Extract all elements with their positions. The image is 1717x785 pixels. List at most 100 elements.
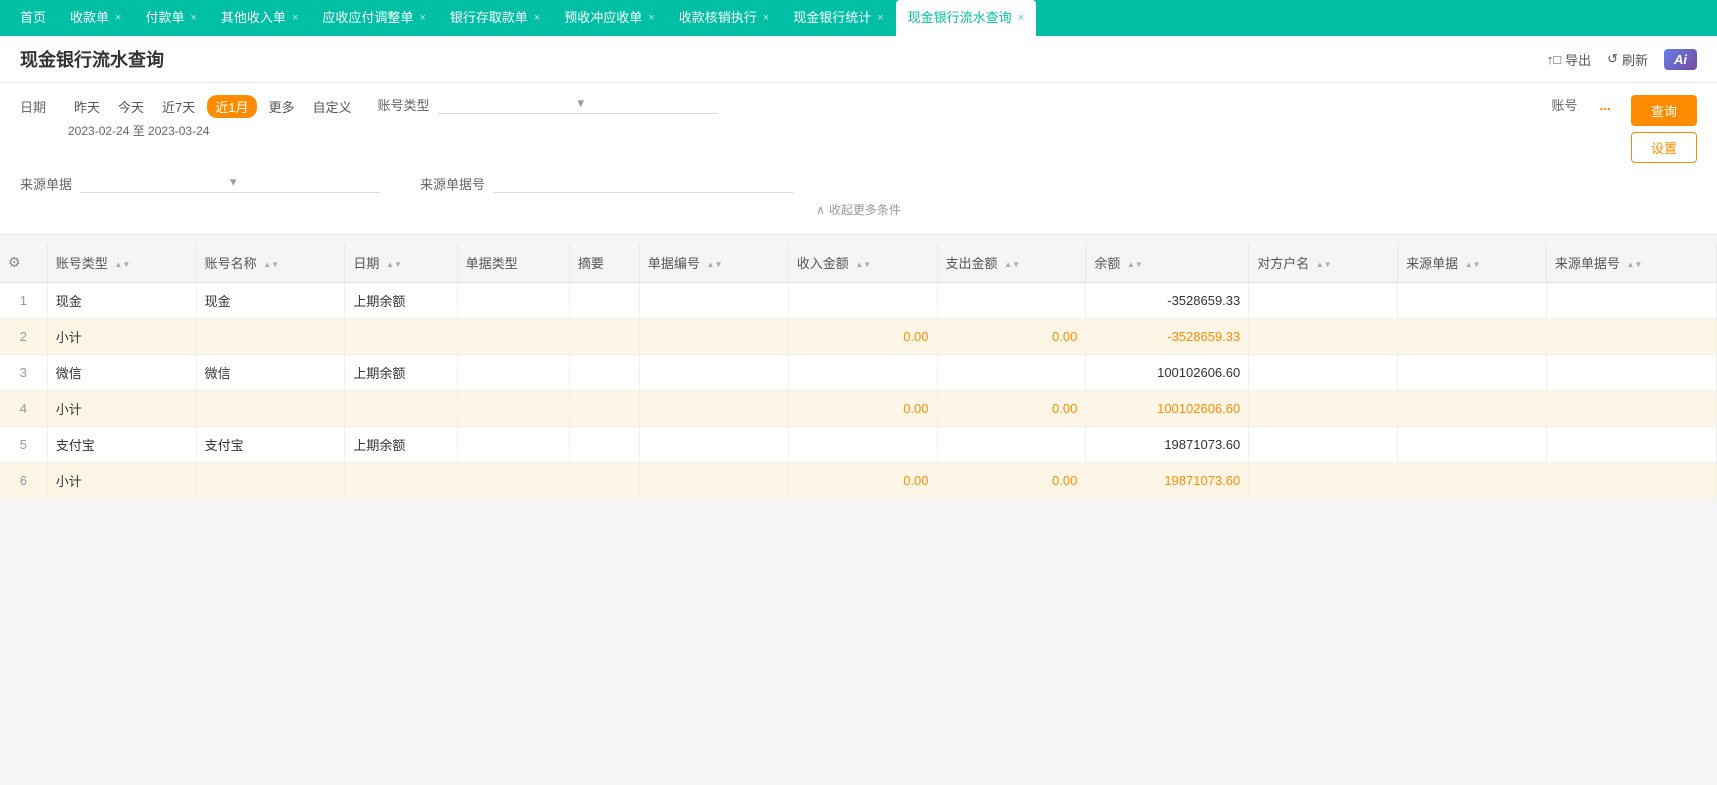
table-cell: 支付宝 [196,427,345,463]
close-icon-3[interactable]: × [419,0,425,36]
table-cell [569,319,639,355]
nav-item-1[interactable]: 付款单 × [133,0,208,36]
close-icon-0[interactable]: × [115,0,121,36]
collapse-bar[interactable]: ∧ 收起更多条件 [20,197,1697,222]
col-date[interactable]: 日期 ▲▼ [345,243,457,283]
table-cell [1249,391,1398,427]
date-label: 日期 [20,97,60,116]
nav-home[interactable]: 首页 [8,0,58,36]
nav-item-4[interactable]: 银行存取款单 × [438,0,552,36]
nav-item-2[interactable]: 其他收入单 × [209,0,310,36]
col-income[interactable]: 收入金额 ▲▼ [788,243,937,283]
table-cell [569,283,639,319]
date-range-display: 2023-02-24 至 2023-03-24 [68,124,209,138]
table-cell [937,355,1086,391]
close-icon-7[interactable]: × [877,0,883,36]
col-source-doc[interactable]: 来源单据 ▲▼ [1398,243,1547,283]
date-opt-custom[interactable]: 自定义 [307,95,358,118]
table-cell: 现金 [196,283,345,319]
col-gear[interactable]: ⚙ [0,243,47,283]
close-icon-5[interactable]: × [648,0,654,36]
date-opt-7days[interactable]: 近7天 [156,95,201,118]
table-cell: 上期余额 [345,283,457,319]
col-balance[interactable]: 余额 ▲▼ [1086,243,1249,283]
table-cell [196,463,345,499]
data-table-container: ⚙ 账号类型 ▲▼ 账号名称 ▲▼ 日期 ▲▼ 单据类型 摘要 单据编号 ▲▼ [0,243,1717,499]
collapse-up-icon: ∧ [816,203,825,217]
export-button[interactable]: ↑□ 导出 [1547,50,1591,69]
table-cell [1546,463,1716,499]
col-source-doc-no[interactable]: 来源单据号 ▲▼ [1546,243,1716,283]
table-row: 2小计0.000.00-3528659.33 [0,319,1717,355]
table-row: 4小计0.000.00100102606.60 [0,391,1717,427]
close-icon-6[interactable]: × [763,0,769,36]
date-opt-more[interactable]: 更多 [263,95,301,118]
table-cell [1546,319,1716,355]
table-cell [1546,427,1716,463]
nav-item-8[interactable]: 现金银行流水查询 × [896,0,1036,36]
table-cell [1398,319,1547,355]
col-doc-no[interactable]: 单据编号 ▲▼ [639,243,788,283]
table-row: 3微信微信上期余额100102606.60 [0,355,1717,391]
table-cell [345,391,457,427]
refresh-button[interactable]: ↺ 刷新 [1607,50,1648,69]
table-cell [1398,427,1547,463]
table-cell: 100102606.60 [1086,355,1249,391]
ai-button[interactable]: Ai [1664,49,1697,70]
sort-icon-account-name: ▲▼ [263,261,279,269]
table-cell [457,355,569,391]
sort-icon-account-type: ▲▼ [114,261,130,269]
col-expense[interactable]: 支出金额 ▲▼ [937,243,1086,283]
account-type-select[interactable]: ▾ [438,95,718,114]
nav-item-7[interactable]: 现金银行统计 × [781,0,895,36]
table-cell [639,355,788,391]
page-title: 现金银行流水查询 [20,46,164,72]
date-opt-yesterday[interactable]: 昨天 [68,95,106,118]
table-cell [639,283,788,319]
nav-item-3[interactable]: 应收应付调整单 × [310,0,437,36]
nav-item-0[interactable]: 收款单 × [58,0,133,36]
more-dots-button[interactable]: ... [1599,97,1611,113]
close-icon-4[interactable]: × [534,0,540,36]
filter-area: 日期 昨天 今天 近7天 近1月 更多 自定义 2023-02-24 至 202… [0,83,1717,235]
account-type-label: 账号类型 [378,95,430,114]
query-button[interactable]: 查询 [1631,95,1697,126]
settings-icon[interactable]: ⚙ [8,254,21,270]
sort-icon-expense: ▲▼ [1004,261,1020,269]
col-account-name[interactable]: 账号名称 ▲▼ [196,243,345,283]
table-cell: 100102606.60 [1086,391,1249,427]
nav-item-6[interactable]: 收款核销执行 × [667,0,781,36]
export-icon: ↑□ [1547,52,1561,67]
table-cell: 0.00 [788,319,937,355]
chevron-down-icon: ▾ [578,95,718,111]
data-table: ⚙ 账号类型 ▲▼ 账号名称 ▲▼ 日期 ▲▼ 单据类型 摘要 单据编号 ▲▼ [0,243,1717,499]
source-doc-chevron-icon: ▾ [230,174,380,190]
table-cell: 4 [0,391,47,427]
table-cell [1249,355,1398,391]
date-opt-1month[interactable]: 近1月 [207,95,256,118]
header-actions: ↑□ 导出 ↺ 刷新 Ai [1547,49,1697,70]
table-cell [569,391,639,427]
close-icon-8[interactable]: × [1018,0,1024,36]
sort-icon-income: ▲▼ [855,261,871,269]
nav-item-5[interactable]: 预收冲应收单 × [552,0,666,36]
table-cell [1398,463,1547,499]
settings-button[interactable]: 设置 [1631,132,1697,163]
table-cell: 支付宝 [47,427,196,463]
top-nav: 首页 收款单 × 付款单 × 其他收入单 × 应收应付调整单 × 银行存取款单 … [0,0,1717,36]
table-cell [457,319,569,355]
source-doc-no-input[interactable] [493,173,793,193]
close-icon-2[interactable]: × [292,0,298,36]
table-row: 5支付宝支付宝上期余额19871073.60 [0,427,1717,463]
close-icon-1[interactable]: × [190,0,196,36]
sort-icon-counterpart: ▲▼ [1316,261,1332,269]
sort-icon-doc-no: ▲▼ [707,261,723,269]
date-opt-today[interactable]: 今天 [112,95,150,118]
table-cell [1249,427,1398,463]
table-row: 1现金现金上期余额-3528659.33 [0,283,1717,319]
col-account-type[interactable]: 账号类型 ▲▼ [47,243,196,283]
table-cell: 5 [0,427,47,463]
source-doc-select[interactable]: ▾ [80,174,380,193]
col-counterpart[interactable]: 对方户名 ▲▼ [1249,243,1398,283]
table-cell: 小计 [47,391,196,427]
